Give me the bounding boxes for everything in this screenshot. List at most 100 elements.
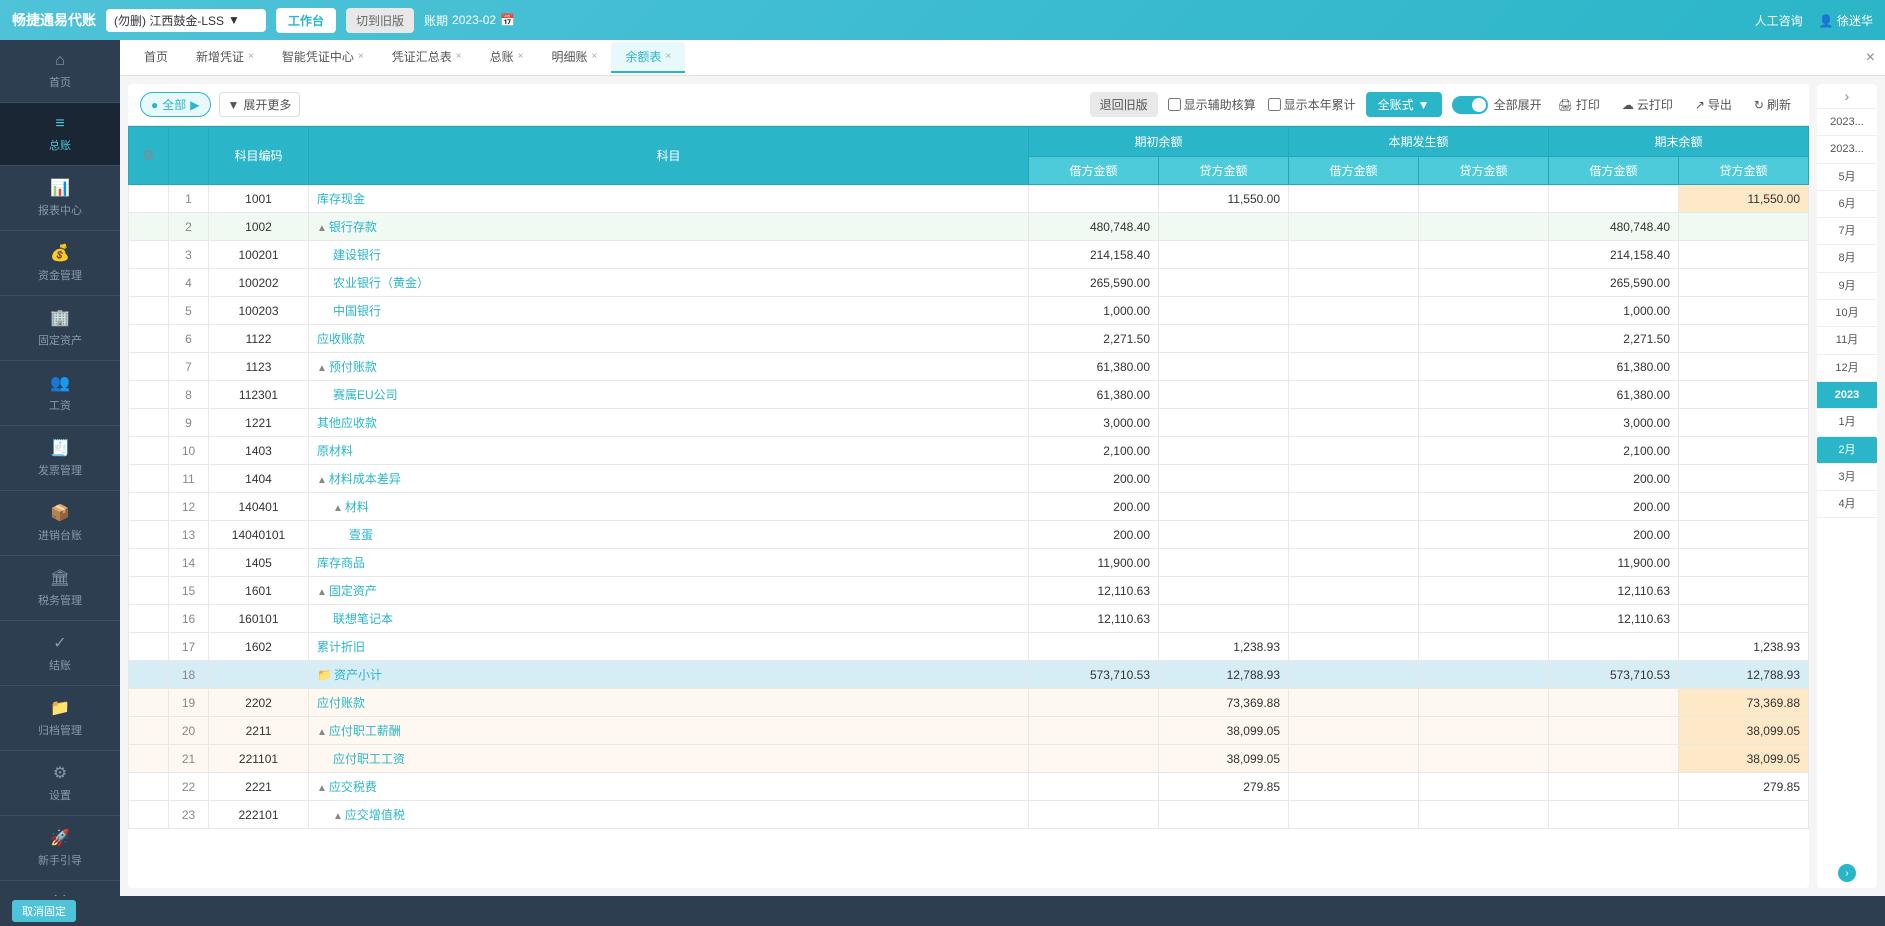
company-selector[interactable]: (勿删) 江西鼓金-LSS ▼ — [106, 9, 266, 32]
calendar-icon[interactable]: 📅 — [500, 13, 515, 27]
toggle-switch[interactable] — [1452, 96, 1488, 114]
timeline-expand[interactable]: › — [1817, 84, 1877, 109]
row-name[interactable]: 应付职工工资 — [309, 745, 1029, 773]
row-name[interactable]: 库存商品 — [309, 549, 1029, 577]
gear-icon[interactable]: ⚙ — [142, 147, 155, 163]
timeline-circle-btn[interactable]: › — [1838, 864, 1856, 882]
timeline-month-3[interactable]: 3月 — [1817, 464, 1877, 491]
full-mode-button[interactable]: 全账式 ▼ — [1366, 92, 1442, 117]
timeline-month-1[interactable]: 1月 — [1817, 409, 1877, 436]
row-name[interactable]: 联想笔记本 — [309, 605, 1029, 633]
timeline-month-12[interactable]: 12月 — [1817, 355, 1877, 382]
row-name[interactable]: 原材料 — [309, 437, 1029, 465]
tab-voucher-summary[interactable]: 凭证汇总表 × — [378, 42, 476, 73]
tab-detail[interactable]: 明细账 × — [537, 42, 611, 73]
timeline-month-11[interactable]: 11月 — [1817, 327, 1877, 354]
filter-all-button[interactable]: ● 全部 ▶ — [140, 92, 211, 117]
show-year-total-checkbox[interactable]: 显示本年累计 — [1268, 96, 1356, 113]
amount-cell — [1419, 381, 1549, 409]
tab-detail-close[interactable]: × — [591, 51, 597, 62]
row-name[interactable]: 库存现金 — [309, 185, 1029, 213]
row-name[interactable]: 📁资产小计 — [309, 661, 1029, 689]
period-credit-header: 贷方金额 — [1419, 157, 1549, 185]
row-name[interactable]: 应付账款 — [309, 689, 1029, 717]
sidebar-item-fixed[interactable]: 🏢 固定资产 — [0, 296, 120, 361]
table-row: 202211▲应付职工薪酬38,099.0538,099.05 — [129, 717, 1809, 745]
cloud-print-button[interactable]: ☁ 云打印 — [1616, 93, 1679, 116]
sidebar-item-tax[interactable]: 🏛 税务管理 — [0, 556, 120, 621]
sidebar-item-report[interactable]: 📊 报表中心 — [0, 166, 120, 231]
timeline-month-8[interactable]: 8月 — [1817, 245, 1877, 272]
row-name[interactable]: ▲材料 — [309, 493, 1029, 521]
sidebar-item-archive[interactable]: 📁 归档管理 — [0, 686, 120, 751]
tab-home[interactable]: 首页 — [130, 42, 182, 73]
consult-button[interactable]: 人工咨询 — [1755, 12, 1803, 29]
amount-cell — [1679, 269, 1809, 297]
workbench-button[interactable]: 工作台 — [276, 8, 336, 33]
timeline-current-year[interactable]: 2023 — [1817, 382, 1877, 409]
table-row: 91221其他应收款3,000.003,000.00 — [129, 409, 1809, 437]
export-button[interactable]: ↗ 导出 — [1689, 93, 1738, 116]
row-no: 18 — [169, 661, 209, 689]
switch-version-button[interactable]: 切到旧版 — [346, 8, 414, 33]
row-name[interactable]: ▲银行存款 — [309, 213, 1029, 241]
return-old-button[interactable]: 退回旧版 — [1090, 92, 1158, 117]
row-name[interactable]: ▲固定资产 — [309, 577, 1029, 605]
amount-cell — [1679, 577, 1809, 605]
expand-more-button[interactable]: ▼ 展开更多 — [219, 92, 301, 117]
row-name[interactable]: ▲预付账款 — [309, 353, 1029, 381]
sidebar-item-purchase[interactable]: 📦 进销台账 — [0, 491, 120, 556]
sidebar-item-settings[interactable]: ⚙ 设置 — [0, 751, 120, 816]
expand-all-toggle[interactable]: 全部展开 — [1452, 96, 1542, 114]
row-name[interactable]: ▲应交税费 — [309, 773, 1029, 801]
sidebar-item-vip[interactable]: V 畅会员 — [0, 881, 120, 896]
sidebar-item-ledger[interactable]: ≡ 总账 — [0, 103, 120, 166]
tab-balance[interactable]: 余额表 × — [611, 42, 685, 73]
sidebar-item-salary[interactable]: 👥 工资 — [0, 361, 120, 426]
tab-ledger-close[interactable]: × — [518, 51, 524, 62]
refresh-button[interactable]: ↻ 刷新 — [1748, 93, 1797, 116]
row-name[interactable]: 赛属EU公司 — [309, 381, 1029, 409]
row-name[interactable]: 应收账款 — [309, 325, 1029, 353]
tab-balance-close[interactable]: × — [665, 51, 671, 62]
timeline-2023-alt[interactable]: 2023... — [1817, 136, 1877, 163]
timeline-month-10[interactable]: 10月 — [1817, 300, 1877, 327]
row-name[interactable]: 中国银行 — [309, 297, 1029, 325]
tab-new-voucher[interactable]: 新增凭证 × — [182, 42, 268, 73]
timeline-month-7[interactable]: 7月 — [1817, 218, 1877, 245]
row-name[interactable]: 建设银行 — [309, 241, 1029, 269]
row-name[interactable]: 累计折旧 — [309, 633, 1029, 661]
sidebar-item-home[interactable]: ⌂ 首页 — [0, 40, 120, 103]
year-total-check[interactable] — [1268, 98, 1281, 111]
top-bar-actions: 人工咨询 👤 徐迷华 — [1755, 12, 1873, 29]
sidebar-item-invoice[interactable]: 🧾 发票管理 — [0, 426, 120, 491]
print-button[interactable]: 🖨 打印 — [1552, 93, 1606, 116]
tab-new-voucher-close[interactable]: × — [248, 51, 254, 62]
sidebar-item-settle[interactable]: ✓ 结账 — [0, 621, 120, 686]
row-name[interactable]: 农业银行（黄金） — [309, 269, 1029, 297]
timeline-month-5[interactable]: 5月 — [1817, 164, 1877, 191]
row-name[interactable]: ▲材料成本差异 — [309, 465, 1029, 493]
timeline-2023-prev[interactable]: 2023... — [1817, 109, 1877, 136]
amount-cell — [1679, 549, 1809, 577]
auxiliary-check[interactable] — [1168, 98, 1181, 111]
amount-cell — [1289, 353, 1419, 381]
sidebar-item-asset[interactable]: 💰 资金管理 — [0, 231, 120, 296]
unpin-bottom-button[interactable]: 取消固定 — [12, 900, 76, 922]
row-name[interactable]: ▲应交增值税 — [309, 801, 1029, 829]
timeline-month-6[interactable]: 6月 — [1817, 191, 1877, 218]
sidebar-item-guide[interactable]: 🚀 新手引导 — [0, 816, 120, 881]
row-name[interactable]: 壹蛋 — [309, 521, 1029, 549]
row-name[interactable]: 其他应收款 — [309, 409, 1029, 437]
close-all-tabs[interactable]: × — [1866, 49, 1875, 67]
timeline-month-9[interactable]: 9月 — [1817, 273, 1877, 300]
timeline-month-2-active[interactable]: 2月 — [1817, 437, 1877, 464]
row-name[interactable]: ▲应付职工薪酬 — [309, 717, 1029, 745]
show-auxiliary-checkbox[interactable]: 显示辅助核算 — [1168, 96, 1256, 113]
tab-ledger[interactable]: 总账 × — [476, 42, 538, 73]
timeline-month-4[interactable]: 4月 — [1817, 491, 1877, 518]
tab-smart-center-close[interactable]: × — [358, 51, 364, 62]
filter-icon: ● — [151, 98, 158, 112]
tab-smart-center[interactable]: 智能凭证中心 × — [268, 42, 378, 73]
tab-voucher-summary-close[interactable]: × — [456, 51, 462, 62]
